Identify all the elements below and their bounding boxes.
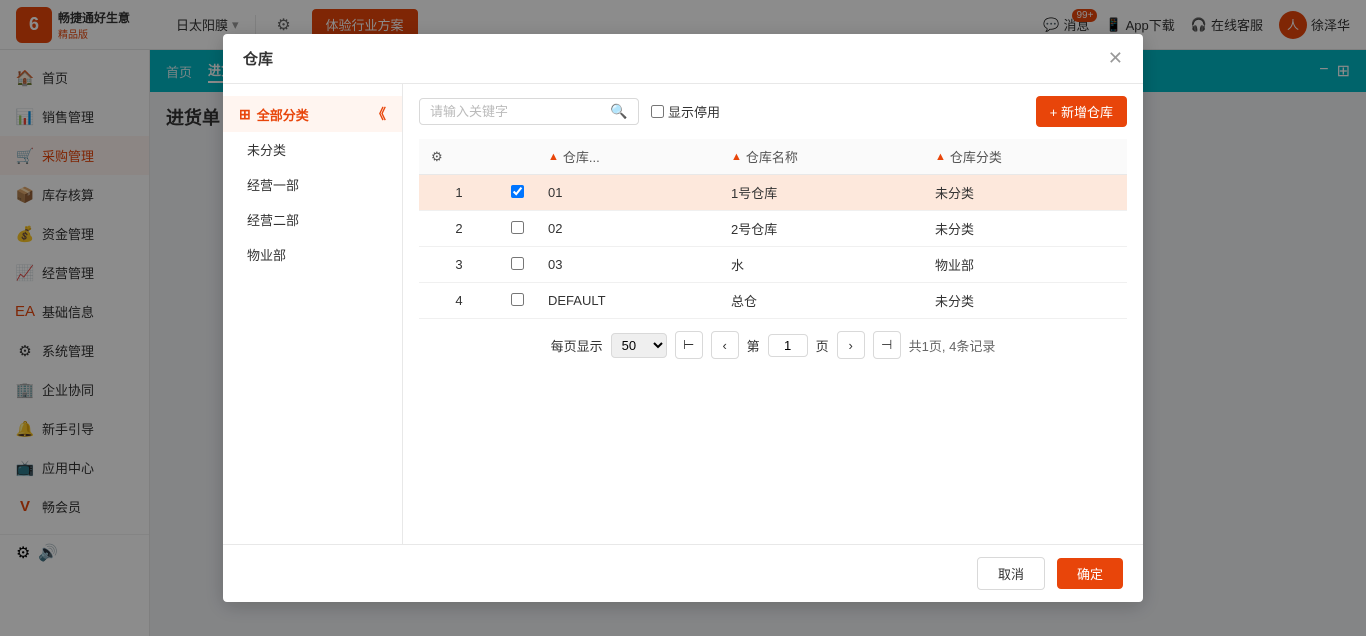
- row-category: 未分类: [923, 175, 1127, 211]
- next-page-button[interactable]: ›: [837, 331, 865, 359]
- row-checkbox-cell: [499, 211, 536, 247]
- show-disabled-toggle[interactable]: 显示停用: [651, 102, 720, 121]
- name-col-label: 仓库名称: [746, 147, 798, 166]
- row-num: 4: [419, 283, 499, 319]
- add-warehouse-button[interactable]: + 新增仓库: [1036, 96, 1127, 127]
- code-col-label: 仓库...: [563, 147, 600, 166]
- row-name: 水: [719, 247, 923, 283]
- pagination: 每页显示 102050100 ⊢ ‹ 第 页 › ⊣ 共1页, 4条记录: [419, 331, 1127, 359]
- row-category: 未分类: [923, 283, 1127, 319]
- last-page-button[interactable]: ⊣: [873, 331, 901, 359]
- all-categories-label: 全部分类: [257, 105, 309, 124]
- category-sidebar: ⊞ 全部分类 《 未分类 经营一部 经营二部 物业部: [223, 84, 403, 544]
- all-categories-item[interactable]: ⊞ 全部分类 《: [223, 96, 402, 132]
- row-checkbox-cell: [499, 175, 536, 211]
- modal-overlay: 仓库 ✕ ⊞ 全部分类 《 未分类 经营一部 经营二部 物业部: [0, 0, 1366, 636]
- page-number-input[interactable]: [768, 334, 808, 357]
- warehouse-modal: 仓库 ✕ ⊞ 全部分类 《 未分类 经营一部 经营二部 物业部: [223, 34, 1143, 602]
- checkbox-col-header: [499, 139, 536, 175]
- row-checkbox[interactable]: [511, 257, 524, 270]
- table-row[interactable]: 4 DEFAULT 总仓 未分类: [419, 283, 1127, 319]
- modal-body: ⊞ 全部分类 《 未分类 经营一部 经营二部 物业部 🔍: [223, 84, 1143, 544]
- row-num: 3: [419, 247, 499, 283]
- row-name: 1号仓库: [719, 175, 923, 211]
- modal-footer: 取消 确定: [223, 544, 1143, 602]
- grid-icon: ⊞: [239, 106, 251, 123]
- search-icon[interactable]: 🔍: [610, 103, 627, 120]
- show-disabled-checkbox[interactable]: [651, 105, 664, 118]
- settings-col-header: ⚙: [419, 139, 499, 175]
- table-row[interactable]: 3 03 水 物业部: [419, 247, 1127, 283]
- category-item-property[interactable]: 物业部: [223, 237, 402, 272]
- category-item-unclassified[interactable]: 未分类: [223, 132, 402, 167]
- table-row[interactable]: 1 01 1号仓库 未分类: [419, 175, 1127, 211]
- row-code: 02: [536, 211, 719, 247]
- sort-icon-name: ▲: [731, 151, 742, 163]
- row-code: 01: [536, 175, 719, 211]
- sort-icon-cat: ▲: [935, 151, 946, 163]
- row-num: 1: [419, 175, 499, 211]
- name-col-header: ▲ 仓库名称: [719, 139, 923, 175]
- total-info: 共1页, 4条记录: [909, 336, 996, 355]
- collapse-icon[interactable]: 《: [372, 104, 386, 124]
- per-page-label: 每页显示: [551, 336, 603, 355]
- table-area: 🔍 显示停用 + 新增仓库 ⚙: [403, 84, 1143, 544]
- row-checkbox[interactable]: [511, 293, 524, 306]
- row-category: 物业部: [923, 247, 1127, 283]
- row-category: 未分类: [923, 211, 1127, 247]
- search-input[interactable]: [430, 104, 610, 119]
- cancel-button[interactable]: 取消: [977, 557, 1045, 590]
- category-col-header: ▲ 仓库分类: [923, 139, 1127, 175]
- confirm-button[interactable]: 确定: [1057, 558, 1123, 589]
- page-suffix: 页: [816, 336, 829, 355]
- sort-icon-code: ▲: [548, 151, 559, 163]
- modal-header: 仓库 ✕: [223, 34, 1143, 84]
- table-body: 1 01 1号仓库 未分类 2 02 2号仓库 未分类 3 03 水 物业部 4…: [419, 175, 1127, 319]
- show-disabled-label: 显示停用: [668, 102, 720, 121]
- category-item-ops2[interactable]: 经营二部: [223, 202, 402, 237]
- per-page-select[interactable]: 102050100: [611, 333, 667, 358]
- row-name: 2号仓库: [719, 211, 923, 247]
- modal-title: 仓库: [243, 48, 273, 69]
- prev-page-button[interactable]: ‹: [711, 331, 739, 359]
- row-checkbox[interactable]: [511, 221, 524, 234]
- table-header-row: ⚙ ▲ 仓库... ▲ 仓库名称: [419, 139, 1127, 175]
- first-page-button[interactable]: ⊢: [675, 331, 703, 359]
- category-col-label: 仓库分类: [950, 147, 1002, 166]
- page-label: 第: [747, 336, 760, 355]
- table-toolbar: 🔍 显示停用 + 新增仓库: [419, 96, 1127, 127]
- row-checkbox-cell: [499, 283, 536, 319]
- row-checkbox[interactable]: [511, 185, 524, 198]
- row-code: DEFAULT: [536, 283, 719, 319]
- warehouse-table: ⚙ ▲ 仓库... ▲ 仓库名称: [419, 139, 1127, 319]
- code-col-header: ▲ 仓库...: [536, 139, 719, 175]
- row-checkbox-cell: [499, 247, 536, 283]
- row-num: 2: [419, 211, 499, 247]
- table-row[interactable]: 2 02 2号仓库 未分类: [419, 211, 1127, 247]
- row-code: 03: [536, 247, 719, 283]
- row-name: 总仓: [719, 283, 923, 319]
- modal-close-button[interactable]: ✕: [1108, 48, 1123, 69]
- category-item-ops1[interactable]: 经营一部: [223, 167, 402, 202]
- search-box: 🔍: [419, 98, 639, 125]
